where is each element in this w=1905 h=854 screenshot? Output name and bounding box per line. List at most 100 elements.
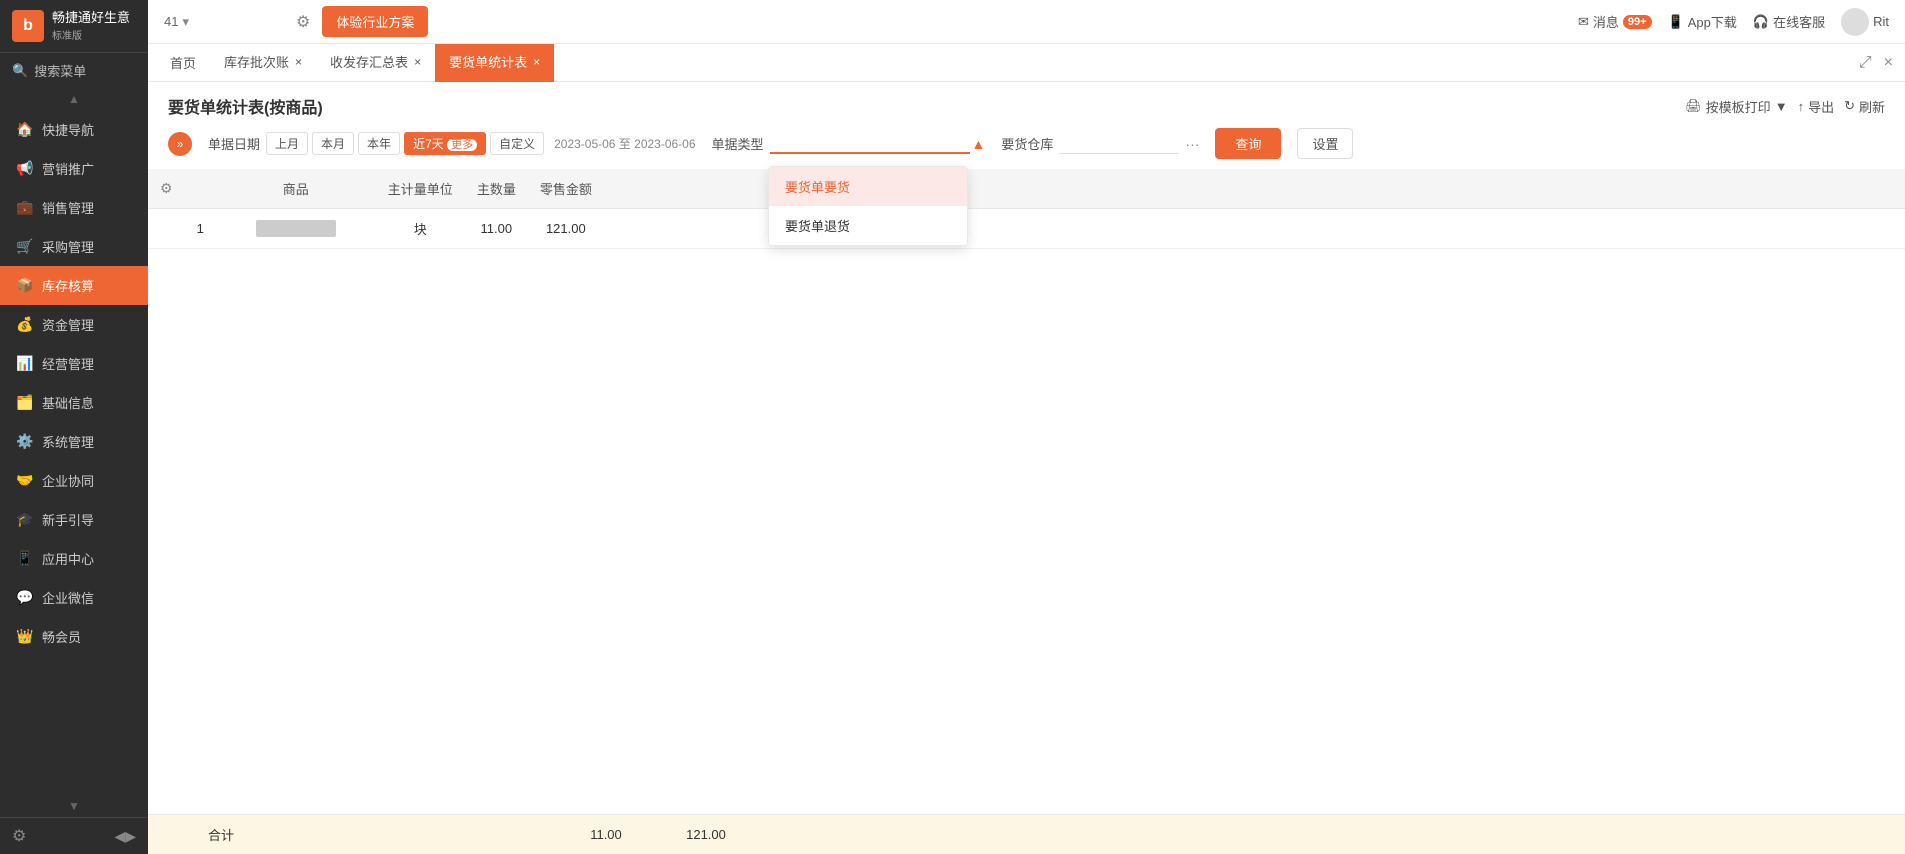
tab-home[interactable]: 首页 (156, 44, 210, 82)
sidebar-item-marketing[interactable]: 📢 营销推广 (0, 149, 148, 188)
scroll-down-indicator[interactable]: ▼ (0, 795, 148, 817)
table-header-row: ⚙ 商品 主计量单位 主数量 零售金额 (148, 169, 1905, 209)
filter-bar: » 单据日期 上月 本月 本年 近7天 更多 自定义 2023-05-06 至 … (148, 118, 1905, 169)
user-avatar-area[interactable]: Rit (1841, 8, 1889, 36)
inventory-icon: 📦 (16, 277, 34, 295)
date-filter-label: 单据日期 (208, 134, 260, 153)
last-month-btn[interactable]: 上月 (266, 132, 308, 155)
type-filter-label: 单据类型 (712, 134, 764, 153)
sidebar-item-member[interactable]: 👑 畅会员 (0, 617, 148, 656)
page-header: 要货单统计表(按商品) 🖨 按模板打印 ▼ ↑ 导出 ↻ 刷新 (148, 82, 1905, 118)
sidebar-item-operation[interactable]: 📊 经营管理 (0, 344, 148, 383)
tab-maximize-btn[interactable]: ⤢ (1855, 50, 1876, 76)
row-product-cell: ████ ██ (216, 209, 376, 249)
tab-collect-summary[interactable]: 收发存汇总表 × (316, 44, 435, 82)
custom-date-btn[interactable]: 自定义 (490, 132, 544, 155)
tab-inventory-batch[interactable]: 库存批次账 × (210, 44, 316, 82)
tab-close-order-summary[interactable]: × (533, 56, 540, 68)
export-icon: ↑ (1798, 99, 1805, 114)
search-icon: 🔍 (12, 63, 28, 79)
sidebar-search[interactable]: 🔍 搜索菜单 (0, 53, 148, 88)
sidebar-item-app-center[interactable]: 📱 应用中心 (0, 539, 148, 578)
tab-close-inventory-batch[interactable]: × (295, 56, 302, 68)
footer-amount-cell: 121.00 (656, 827, 756, 842)
notification-item[interactable]: ✉ 消息 99+ (1578, 12, 1652, 31)
wechat-icon: 💬 (16, 589, 34, 607)
warehouse-input[interactable] (1059, 134, 1179, 154)
scroll-up-indicator[interactable]: ▲ (0, 88, 148, 110)
app-download-item[interactable]: 📱 App下载 (1668, 12, 1737, 31)
logo-sub: 标准版 (52, 27, 130, 42)
support-label: 在线客服 (1773, 12, 1825, 31)
support-item[interactable]: 🎧 在线客服 (1753, 12, 1825, 31)
header-right: ✉ 消息 99+ 📱 App下载 🎧 在线客服 Rit (1578, 8, 1889, 36)
quick-nav-icon: 🏠 (16, 121, 34, 139)
sidebar-item-base[interactable]: 🗂️ 基础信息 (0, 383, 148, 422)
sidebar-item-guide[interactable]: 🎓 新手引导 (0, 500, 148, 539)
purchase-label: 采购管理 (42, 237, 94, 256)
row-qty-cell: 11.00 (465, 209, 528, 249)
date-filter-group: 单据日期 上月 本月 本年 近7天 更多 自定义 2023-05-06 至 20… (208, 132, 696, 155)
inventory-label: 库存核算 (42, 276, 94, 295)
store-selector[interactable]: 41 ▾ (164, 14, 284, 30)
sidebar-logo: b 畅捷通好生意 标准版 (0, 0, 148, 53)
page-actions: 🖨 按模板打印 ▼ ↑ 导出 ↻ 刷新 (1685, 97, 1885, 116)
cooperation-icon: 🤝 (16, 472, 34, 490)
sidebar: b 畅捷通好生意 标准版 🔍 搜索菜单 ▲ 🏠 快捷导航 📢 营销推广 💼 销售… (0, 0, 148, 854)
sidebar-item-system[interactable]: ⚙️ 系统管理 (0, 422, 148, 461)
dropdown-item-order-request[interactable]: 要货单要货 (769, 167, 967, 206)
support-icon: 🎧 (1753, 14, 1769, 30)
print-button[interactable]: 🖨 按模板打印 ▼ (1685, 97, 1787, 116)
filter-expand-btn[interactable]: » (168, 132, 192, 156)
warehouse-dots[interactable]: ··· (1185, 136, 1199, 152)
last-7-days-btn[interactable]: 近7天 更多 (404, 132, 486, 155)
filter-section: » 单据日期 上月 本月 本年 近7天 更多 自定义 2023-05-06 至 … (148, 118, 1905, 169)
footer-qty-cell: 11.00 (556, 827, 656, 842)
store-dropdown-icon[interactable]: ▾ (182, 14, 189, 30)
export-button[interactable]: ↑ 导出 (1798, 97, 1835, 116)
query-button[interactable]: 查询 (1215, 128, 1281, 159)
tab-close-all-btn[interactable]: × (1880, 50, 1897, 76)
product-blurred: ████ ██ (256, 220, 336, 237)
type-filter-group: 单据类型 ▲ (712, 133, 986, 154)
sidebar-item-purchase[interactable]: 🛒 采购管理 (0, 227, 148, 266)
row-gear-cell (148, 209, 185, 249)
system-icon: ⚙️ (16, 433, 34, 451)
member-label: 畅会员 (42, 627, 81, 646)
finance-label: 资金管理 (42, 315, 94, 334)
app-center-icon: 📱 (16, 550, 34, 568)
sidebar-item-wechat[interactable]: 💬 企业微信 (0, 578, 148, 617)
settings-small-button[interactable]: 设置 (1297, 128, 1353, 159)
type-caret-icon[interactable]: ▲ (972, 136, 986, 152)
sidebar-toggle-icon[interactable]: ◀▶ (114, 828, 136, 845)
sidebar-item-quick-nav[interactable]: 🏠 快捷导航 (0, 110, 148, 149)
table-footer: 合计 11.00 121.00 (148, 814, 1905, 854)
sidebar-item-sales[interactable]: 💼 销售管理 (0, 188, 148, 227)
sidebar-item-finance[interactable]: 💰 资金管理 (0, 305, 148, 344)
warehouse-filter-group: 要货仓库 ··· (1001, 134, 1199, 154)
header-settings-icon[interactable]: ⚙ (296, 12, 310, 32)
sidebar-item-inventory[interactable]: 📦 库存核算 (0, 266, 148, 305)
row-seq-cell: 1 (185, 209, 216, 249)
dropdown-item-order-return[interactable]: 要货单退货 (769, 206, 967, 245)
page-title: 要货单统计表(按商品) (168, 94, 323, 118)
guide-icon: 🎓 (16, 511, 34, 529)
type-input[interactable] (770, 133, 970, 154)
trial-button[interactable]: 体验行业方案 (322, 6, 428, 37)
wechat-label: 企业微信 (42, 588, 94, 607)
this-month-btn[interactable]: 本月 (312, 132, 354, 155)
col-settings-icon[interactable]: ⚙ (160, 180, 173, 196)
col-product-header: 商品 (216, 169, 376, 209)
refresh-button[interactable]: ↻ 刷新 (1844, 97, 1885, 116)
col-qty-header: 主数量 (465, 169, 528, 209)
sidebar-bottom: ⚙ ◀▶ (0, 817, 148, 854)
table-body: 1 ████ ██ 块 11.00 121.00 (148, 209, 1905, 249)
refresh-icon: ↻ (1844, 98, 1855, 114)
sidebar-item-cooperation[interactable]: 🤝 企业协同 (0, 461, 148, 500)
sidebar-settings-icon[interactable]: ⚙ (12, 826, 26, 846)
data-table: ⚙ 商品 主计量单位 主数量 零售金额 (148, 169, 1905, 249)
this-year-btn[interactable]: 本年 (358, 132, 400, 155)
sales-icon: 💼 (16, 199, 34, 217)
tab-order-summary[interactable]: 要货单统计表 × (435, 44, 554, 82)
tab-close-collect-summary[interactable]: × (414, 56, 421, 68)
